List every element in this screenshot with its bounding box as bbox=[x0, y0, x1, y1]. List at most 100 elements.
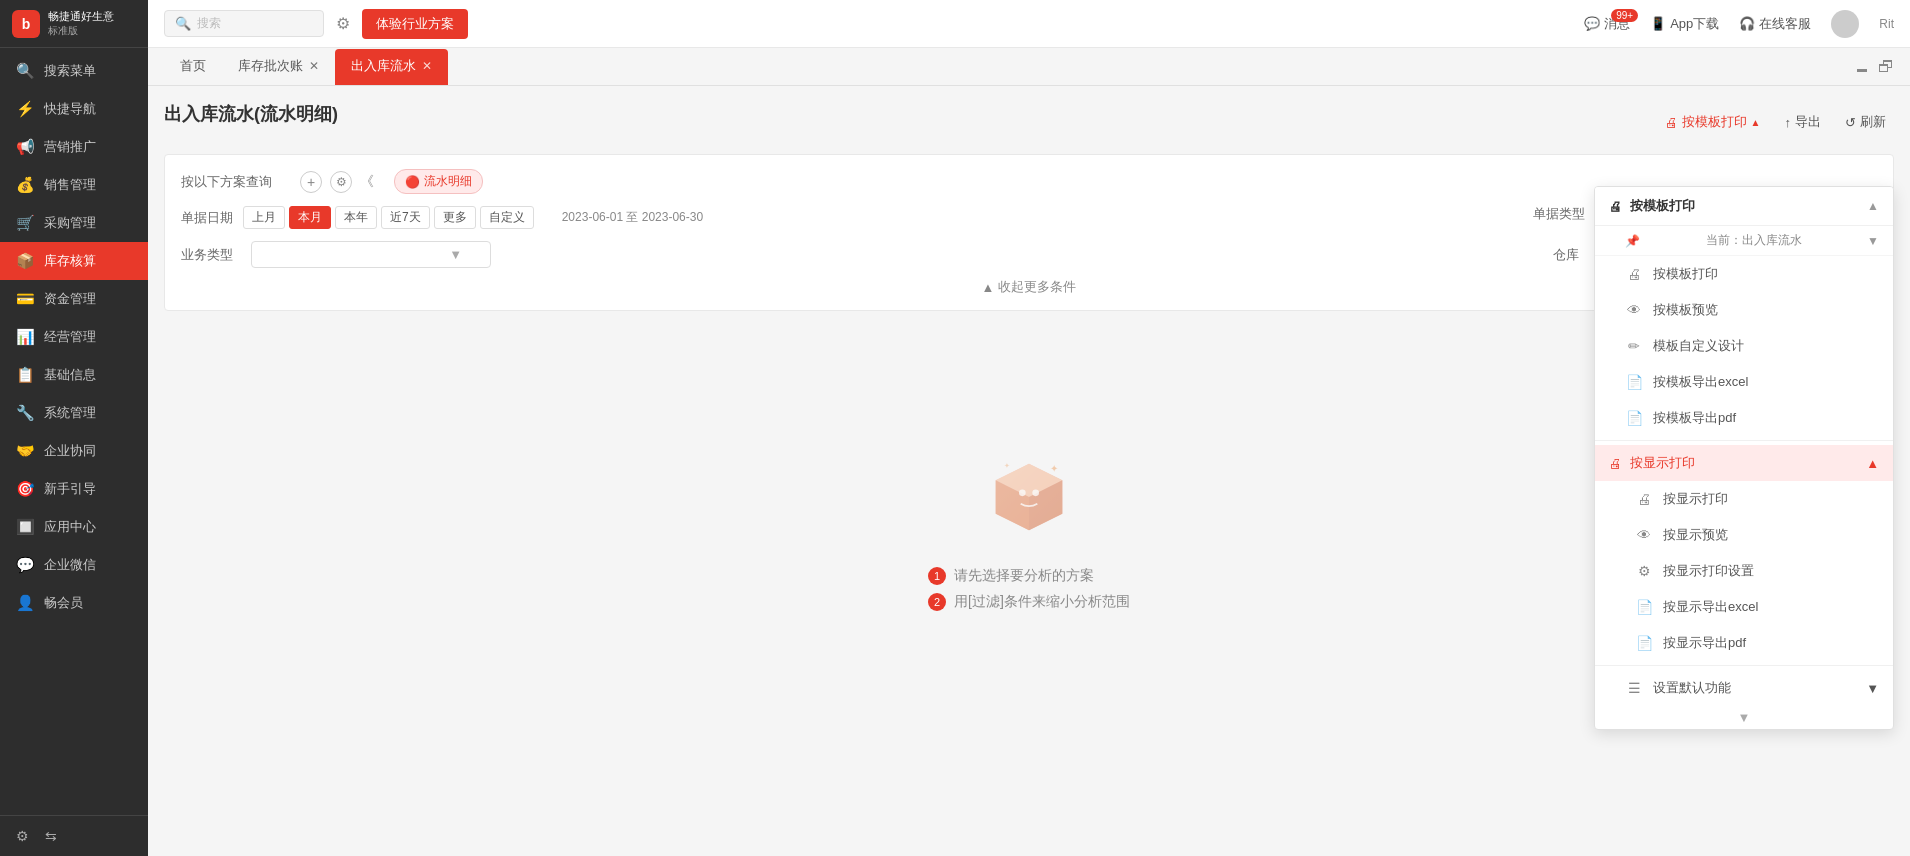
sidebar-item-quick-nav[interactable]: ⚡ 快捷导航 bbox=[0, 90, 148, 128]
quick-nav-icon: ⚡ bbox=[16, 100, 34, 118]
page-content-area: 出入库流水(流水明细) 🖨 按模板打印 ▲ ↑ 导出 ↺ 刷新 bbox=[148, 86, 1910, 856]
sidebar-item-purchase[interactable]: 🛒 采购管理 bbox=[0, 204, 148, 242]
sidebar-item-marketing[interactable]: 📢 营销推广 bbox=[0, 128, 148, 166]
purchase-icon: 🛒 bbox=[16, 214, 34, 232]
user-avatar[interactable] bbox=[1831, 10, 1859, 38]
dropdown-current: 📌 当前：出入库流水 ▼ bbox=[1595, 226, 1893, 256]
tab-bar: 首页 库存批次账 ✕ 出入库流水 ✕ 🗕 🗗 bbox=[148, 48, 1910, 86]
message-btn[interactable]: 💬 消息 99+ bbox=[1584, 15, 1630, 33]
sidebar-item-collab[interactable]: 🤝 企业协同 bbox=[0, 432, 148, 470]
search-icon-top: 🔍 bbox=[175, 16, 191, 31]
app-center-icon: 🔲 bbox=[16, 518, 34, 536]
display-excel-icon: 📄 bbox=[1635, 599, 1653, 615]
filter-label: 按以下方案查询 bbox=[181, 173, 272, 191]
filter-collapse-btn[interactable]: 《 bbox=[360, 173, 374, 191]
empty-step-1: 1 请先选择要分析的方案 bbox=[928, 567, 1130, 585]
sidebar-item-system[interactable]: 🔧 系统管理 bbox=[0, 394, 148, 432]
page-title: 出入库流水(流水明细) bbox=[164, 102, 338, 126]
dropdown-item-display-excel[interactable]: 📄 按显示导出excel bbox=[1595, 589, 1893, 625]
tabs-right-actions: 🗕 🗗 bbox=[1854, 58, 1894, 76]
search-placeholder: 搜索 bbox=[197, 15, 221, 32]
date-tab-more[interactable]: 更多 bbox=[434, 206, 476, 229]
print-template-btn[interactable]: 🖨 按模板打印 ▲ bbox=[1657, 109, 1769, 135]
date-tab-this-year[interactable]: 本年 bbox=[335, 206, 377, 229]
refresh-btn[interactable]: ↺ 刷新 bbox=[1837, 109, 1894, 135]
sales-icon: 💰 bbox=[16, 176, 34, 194]
sidebar-item-basic[interactable]: 📋 基础信息 bbox=[0, 356, 148, 394]
sidebar-item-inventory[interactable]: 📦 库存核算 bbox=[0, 242, 148, 280]
collapse-sidebar-icon[interactable]: ⇆ bbox=[45, 828, 57, 844]
dropdown-item-template-print[interactable]: 🖨 按模板打印 bbox=[1595, 256, 1893, 292]
tab-minimize-btn[interactable]: 🗕 bbox=[1854, 58, 1870, 76]
export-icon: ↑ bbox=[1785, 115, 1792, 130]
display-section-arrow-icon: ▲ bbox=[1866, 456, 1879, 471]
step-2-num: 2 bbox=[928, 593, 946, 611]
app-download-btn[interactable]: 📱 App下载 bbox=[1650, 15, 1719, 33]
sidebar-item-sales[interactable]: 💰 销售管理 bbox=[0, 166, 148, 204]
dropdown-collapse-icon[interactable]: ▲ bbox=[1867, 199, 1879, 213]
filter-gear-btn[interactable]: ⚙ bbox=[330, 171, 352, 193]
logo-icon: b bbox=[12, 10, 40, 38]
empty-steps-list: 1 请先选择要分析的方案 2 用[过滤]条件来缩小分析范围 bbox=[928, 567, 1130, 619]
current-arrow-icon: ▼ bbox=[1867, 234, 1879, 248]
tab-current-close[interactable]: ✕ bbox=[422, 59, 432, 73]
dropdown-header: 🖨 按模板打印 ▲ bbox=[1595, 187, 1893, 226]
dropdown-item-display-preview[interactable]: 👁 按显示预览 bbox=[1595, 517, 1893, 553]
tab-batch-close[interactable]: ✕ bbox=[309, 59, 319, 73]
system-icon: 🔧 bbox=[16, 404, 34, 422]
industry-btn[interactable]: 体验行业方案 bbox=[362, 9, 468, 39]
template-print-icon: 🖨 bbox=[1625, 266, 1643, 282]
inventory-icon: 📦 bbox=[16, 252, 34, 270]
dropdown-item-template-custom[interactable]: ✏ 模板自定义设计 bbox=[1595, 328, 1893, 364]
sidebar-item-app-center[interactable]: 🔲 应用中心 bbox=[0, 508, 148, 546]
dropdown-item-display-print[interactable]: 🖨 按显示打印 bbox=[1595, 481, 1893, 517]
date-tab-last-month[interactable]: 上月 bbox=[243, 206, 285, 229]
svg-text:✦: ✦ bbox=[1050, 463, 1058, 474]
topbar-gear-icon[interactable]: ⚙ bbox=[336, 14, 350, 33]
business-type-select[interactable]: ▼ bbox=[251, 241, 491, 268]
template-pdf-icon: 📄 bbox=[1625, 410, 1643, 426]
tab-batch[interactable]: 库存批次账 ✕ bbox=[222, 49, 335, 85]
dropdown-item-display-print-settings[interactable]: ⚙ 按显示打印设置 bbox=[1595, 553, 1893, 589]
date-tab-this-month[interactable]: 本月 bbox=[289, 206, 331, 229]
tab-current[interactable]: 出入库流水 ✕ bbox=[335, 49, 448, 85]
filter-tag-label: 流水明细 bbox=[424, 173, 472, 190]
date-tab-7-days[interactable]: 近7天 bbox=[381, 206, 430, 229]
svg-point-4 bbox=[1019, 490, 1026, 497]
date-tab-custom[interactable]: 自定义 bbox=[480, 206, 534, 229]
sidebar-item-finance[interactable]: 💳 资金管理 bbox=[0, 280, 148, 318]
dropdown-item-template-pdf[interactable]: 📄 按模板导出pdf bbox=[1595, 400, 1893, 436]
sidebar-item-guide[interactable]: 🎯 新手引导 bbox=[0, 470, 148, 508]
tab-home[interactable]: 首页 bbox=[164, 49, 222, 85]
online-service-btn[interactable]: 🎧 在线客服 bbox=[1739, 15, 1811, 33]
guide-icon: 🎯 bbox=[16, 480, 34, 498]
export-btn[interactable]: ↑ 导出 bbox=[1777, 109, 1830, 135]
dropdown-item-template-excel[interactable]: 📄 按模板导出excel bbox=[1595, 364, 1893, 400]
dropdown-item-template-preview[interactable]: 👁 按模板预览 bbox=[1595, 292, 1893, 328]
topbar-search[interactable]: 🔍 搜索 bbox=[164, 10, 324, 37]
display-settings-icon: ⚙ bbox=[1635, 563, 1653, 579]
tab-maximize-btn[interactable]: 🗗 bbox=[1878, 58, 1894, 76]
dropdown-item-default[interactable]: ☰ 设置默认功能 ▼ bbox=[1595, 670, 1893, 706]
template-excel-icon: 📄 bbox=[1625, 374, 1643, 390]
dropdown-item-display-pdf[interactable]: 📄 按显示导出pdf bbox=[1595, 625, 1893, 661]
settings-bottom-icon[interactable]: ⚙ bbox=[16, 828, 29, 844]
print-icon-header: 🖨 bbox=[1609, 199, 1622, 214]
default-arrow-icon: ▼ bbox=[1866, 681, 1879, 696]
marketing-icon: 📢 bbox=[16, 138, 34, 156]
sidebar-item-search[interactable]: 🔍 搜索菜单 bbox=[0, 52, 148, 90]
display-section-header[interactable]: 🖨 按显示打印 ▲ bbox=[1595, 445, 1893, 481]
dropdown-scroll-btn[interactable]: ▼ bbox=[1595, 706, 1893, 729]
business-type-group: 业务类型 ▼ bbox=[181, 241, 491, 268]
display-preview-icon: 👁 bbox=[1635, 527, 1653, 543]
filter-tag-icon: 🔴 bbox=[405, 175, 420, 189]
filter-add-btn[interactable]: + bbox=[300, 171, 322, 193]
sidebar-item-member[interactable]: 👤 畅会员 bbox=[0, 584, 148, 622]
app-version: 标准版 bbox=[48, 24, 114, 38]
sidebar-item-wechat[interactable]: 💬 企业微信 bbox=[0, 546, 148, 584]
voucher-type-label: 单据类型 bbox=[1533, 206, 1585, 221]
print-dropdown-panel: 🖨 按模板打印 ▲ 📌 当前：出入库流水 ▼ 🖨 按模板打印 👁 按模板预览 bbox=[1594, 186, 1894, 730]
sidebar: b 畅捷通好生意 标准版 🔍 搜索菜单 ⚡ 快捷导航 📢 营销推广 💰 销售管理… bbox=[0, 0, 148, 856]
sidebar-item-operations[interactable]: 📊 经营管理 bbox=[0, 318, 148, 356]
display-pdf-icon: 📄 bbox=[1635, 635, 1653, 651]
